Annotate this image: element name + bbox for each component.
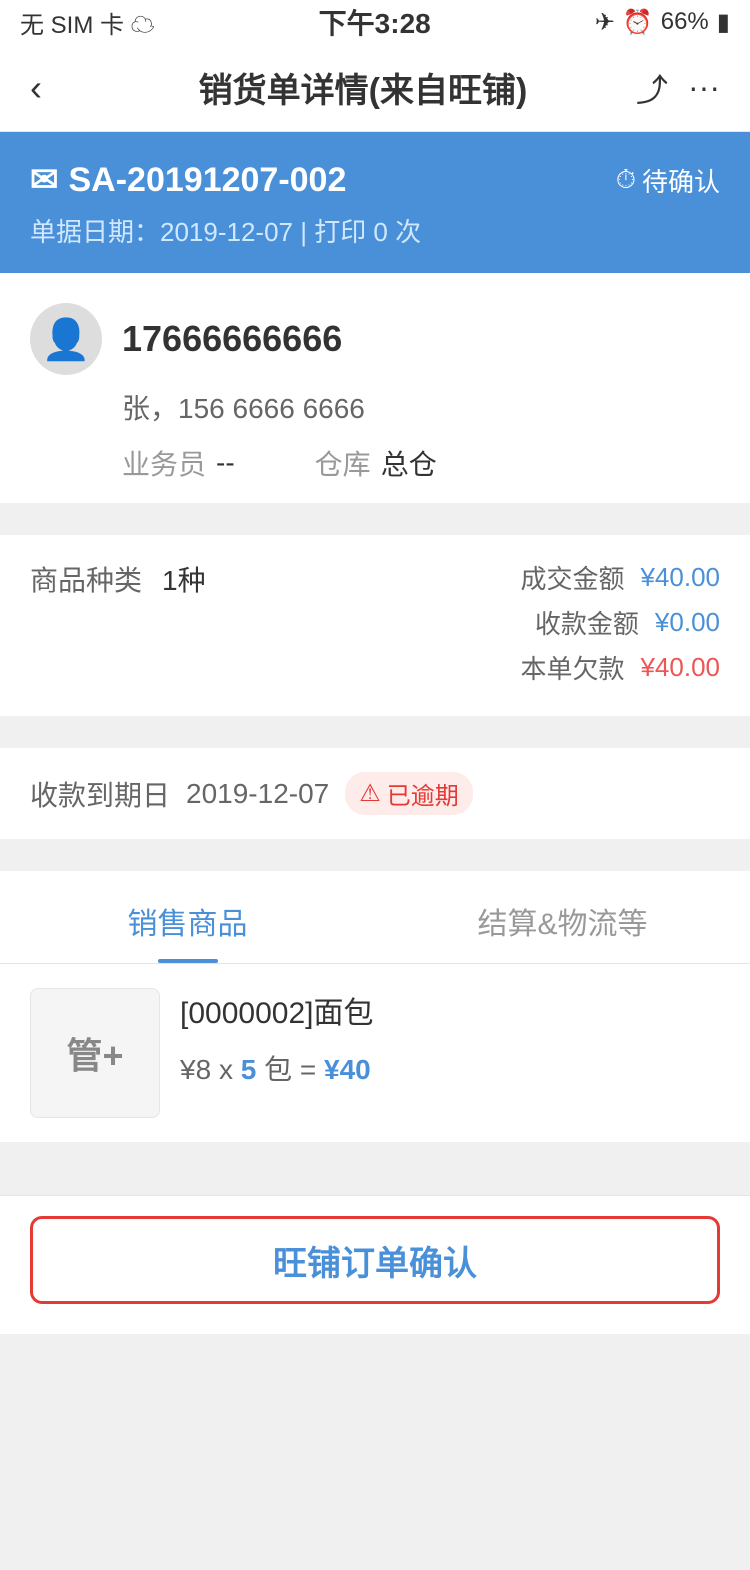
alarm-icon: ⏰ — [623, 8, 653, 37]
product-price: ¥8 x 5 包 = ¥40 — [180, 1048, 720, 1088]
divider-3 — [0, 855, 750, 871]
product-section: 管+ [0000002]面包 ¥8 x 5 包 = ¥40 — [0, 964, 750, 1142]
owed-row: 本单欠款 ¥40.00 — [520, 649, 720, 686]
share-icon[interactable]: ⤴ — [636, 65, 668, 111]
status-right: ✈ ⏰ 66% ▮ — [595, 8, 730, 37]
duedate-section: 收款到期日 2019-12-07 ⚠ 已逾期 — [0, 748, 750, 839]
order-status: ⏱ 待确认 — [616, 162, 720, 199]
divider-2 — [0, 732, 750, 748]
bottom-bar: 旺铺订单确认 — [0, 1195, 750, 1334]
order-id: ✉ SA-20191207-002 — [30, 160, 346, 200]
avatar-icon: 👤 — [41, 316, 91, 363]
equals-sign: = — [300, 1054, 316, 1085]
tab-sales-product[interactable]: 销售商品 — [0, 871, 375, 963]
bottom-spacer — [0, 1422, 750, 1570]
avatar: 👤 — [30, 303, 102, 375]
amount-label: 成交金额 — [520, 559, 624, 596]
warehouse-meta: 仓库 总仓 — [315, 443, 437, 483]
amount-value: ¥40.00 — [640, 562, 720, 593]
order-header: ✉ SA-20191207-002 ⏱ 待确认 单据日期：2019-12-07 … — [0, 132, 750, 273]
status-left: 无 SIM 卡 ☁ — [20, 5, 155, 40]
received-label: 收款金额 — [535, 604, 639, 641]
product-details: [0000002]面包 ¥8 x 5 包 = ¥40 — [180, 988, 720, 1088]
product-image: 管+ — [30, 988, 160, 1118]
product-unit-price: ¥8 — [180, 1054, 211, 1085]
duedate-value: 2019-12-07 — [186, 778, 329, 810]
received-value: ¥0.00 — [655, 607, 720, 638]
sales-meta: 业务员 -- — [122, 443, 235, 483]
owed-value: ¥40.00 — [640, 652, 720, 683]
product-multiply: x — [219, 1054, 233, 1085]
confirm-order-button[interactable]: 旺铺订单确认 — [30, 1216, 720, 1304]
received-row: 收款金额 ¥0.00 — [535, 604, 720, 641]
duedate-label: 收款到期日 — [30, 774, 170, 814]
battery-level: 66% — [661, 8, 709, 36]
customer-info: 张，156 6666 6666 — [122, 387, 720, 427]
tabs-section: 销售商品 结算&物流等 管+ [0000002]面包 ¥8 x 5 包 = ¥4… — [0, 871, 750, 1142]
sales-label: 业务员 — [122, 443, 206, 483]
more-icon[interactable]: ··· — [688, 69, 720, 106]
divider-1 — [0, 519, 750, 535]
amount-row: 成交金额 ¥40.00 — [520, 559, 720, 596]
overdue-badge: ⚠ 已逾期 — [345, 772, 473, 815]
customer-meta: 业务员 -- 仓库 总仓 — [122, 443, 720, 483]
summary-section: 商品种类 1种 成交金额 ¥40.00 收款金额 ¥0.00 本单欠款 ¥40.… — [0, 535, 750, 716]
overdue-icon: ⚠ — [359, 779, 381, 808]
sim-wifi-status: 无 SIM 卡 ☁ — [20, 5, 155, 40]
customer-phone: 17666666666 — [122, 318, 342, 360]
nav-bar: ‹ 销货单详情(来自旺铺) ⤴ ··· — [0, 44, 750, 132]
status-time: 下午3:28 — [319, 2, 431, 42]
nav-actions: ⤴ ··· — [636, 65, 720, 111]
status-bar: 无 SIM 卡 ☁ 下午3:28 ✈ ⏰ 66% ▮ — [0, 0, 750, 44]
status-clock-icon: ⏱ — [616, 164, 636, 196]
product-qty: 5 — [241, 1054, 257, 1085]
owed-label: 本单欠款 — [520, 649, 624, 686]
overdue-text: 已逾期 — [387, 776, 459, 811]
sales-value: -- — [216, 447, 235, 479]
tabs-header: 销售商品 结算&物流等 — [0, 871, 750, 964]
battery-icon: ▮ — [717, 8, 730, 37]
product-name: [0000002]面包 — [180, 988, 720, 1032]
page-title: 销货单详情(来自旺铺) — [199, 63, 528, 112]
product-type-label: 商品种类 — [30, 559, 142, 599]
tab-settlement[interactable]: 结算&物流等 — [375, 871, 750, 963]
product-unit: 包 — [264, 1054, 292, 1085]
warehouse-label: 仓库 — [315, 443, 371, 483]
location-icon: ✈ — [595, 8, 615, 37]
order-date: 单据日期：2019-12-07 | 打印 0 次 — [30, 212, 720, 249]
product-type-value: 1种 — [162, 559, 206, 599]
customer-section: 👤 17666666666 张，156 6666 6666 业务员 -- 仓库 … — [0, 273, 750, 503]
order-icon: ✉ — [30, 160, 59, 200]
product-logo: 管+ — [66, 1027, 123, 1079]
product-total: ¥40 — [324, 1054, 371, 1085]
warehouse-value: 总仓 — [381, 443, 437, 483]
back-button[interactable]: ‹ — [30, 67, 90, 109]
